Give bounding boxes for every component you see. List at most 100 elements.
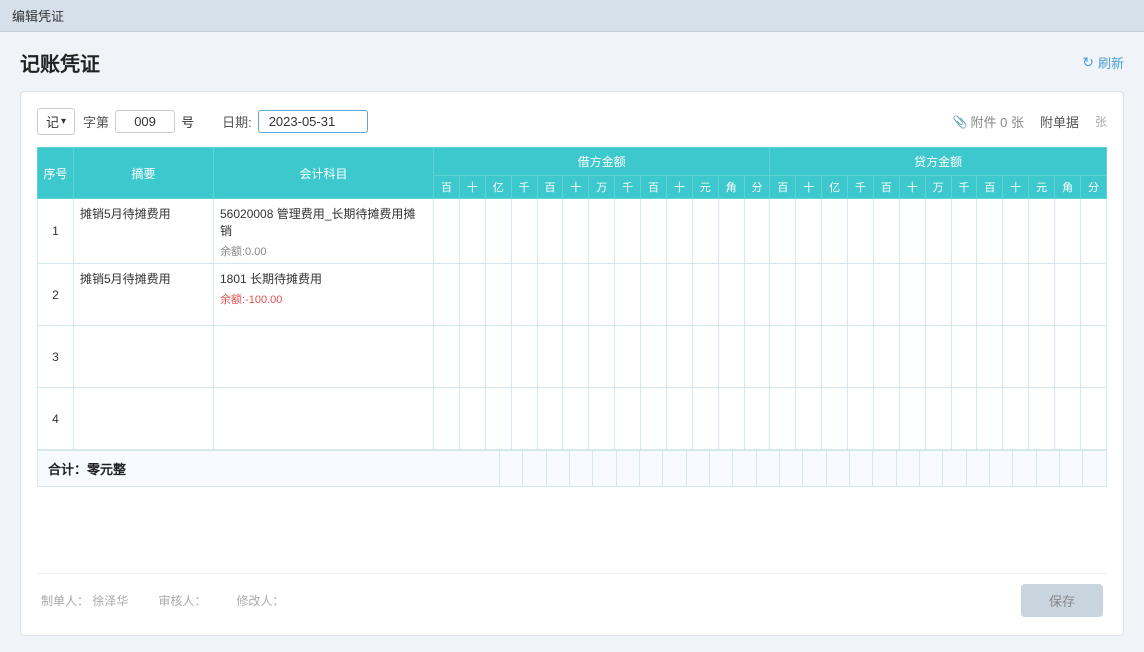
refresh-button[interactable]: ↻ 刷新: [1082, 53, 1124, 72]
debit-cell[interactable]: [615, 264, 641, 326]
credit-cell[interactable]: [1055, 264, 1081, 326]
credit-cell[interactable]: [822, 199, 848, 264]
debit-cell[interactable]: [434, 199, 460, 264]
credit-cell[interactable]: [770, 388, 796, 450]
credit-cell[interactable]: [770, 199, 796, 264]
credit-cell[interactable]: [848, 199, 874, 264]
debit-cell[interactable]: [641, 264, 667, 326]
debit-cell[interactable]: [537, 199, 563, 264]
credit-cell[interactable]: [796, 199, 822, 264]
debit-cell[interactable]: [666, 264, 692, 326]
debit-cell[interactable]: [459, 326, 485, 388]
single-doc-link[interactable]: 附单据: [1040, 112, 1079, 131]
debit-cell[interactable]: [641, 388, 667, 450]
attach-link[interactable]: 📎 附件 0 张: [953, 112, 1024, 131]
debit-cell[interactable]: [459, 264, 485, 326]
credit-cell[interactable]: [925, 326, 951, 388]
debit-cell[interactable]: [485, 199, 511, 264]
credit-cell[interactable]: [951, 264, 977, 326]
credit-cell[interactable]: [1003, 264, 1029, 326]
debit-cell[interactable]: [589, 199, 615, 264]
credit-cell[interactable]: [822, 264, 848, 326]
credit-cell[interactable]: [1055, 388, 1081, 450]
credit-cell[interactable]: [873, 388, 899, 450]
credit-cell[interactable]: [873, 264, 899, 326]
debit-cell[interactable]: [692, 199, 718, 264]
debit-cell[interactable]: [537, 264, 563, 326]
debit-cell[interactable]: [485, 326, 511, 388]
debit-cell[interactable]: [666, 388, 692, 450]
credit-cell[interactable]: [1080, 388, 1106, 450]
debit-cell[interactable]: [589, 388, 615, 450]
debit-cell[interactable]: [641, 326, 667, 388]
credit-cell[interactable]: [822, 388, 848, 450]
debit-cell[interactable]: [537, 388, 563, 450]
row-summary[interactable]: [74, 326, 214, 388]
debit-cell[interactable]: [563, 326, 589, 388]
debit-cell[interactable]: [615, 326, 641, 388]
credit-cell[interactable]: [1080, 326, 1106, 388]
credit-cell[interactable]: [977, 264, 1003, 326]
credit-cell[interactable]: [873, 199, 899, 264]
debit-cell[interactable]: [692, 326, 718, 388]
credit-cell[interactable]: [925, 264, 951, 326]
credit-cell[interactable]: [1029, 199, 1055, 264]
debit-cell[interactable]: [459, 388, 485, 450]
credit-cell[interactable]: [1080, 264, 1106, 326]
credit-cell[interactable]: [796, 326, 822, 388]
debit-cell[interactable]: [718, 326, 744, 388]
credit-cell[interactable]: [796, 388, 822, 450]
row-account[interactable]: 1801 长期待摊费用余额:-100.00: [214, 264, 434, 326]
credit-cell[interactable]: [951, 388, 977, 450]
credit-cell[interactable]: [977, 326, 1003, 388]
credit-cell[interactable]: [848, 326, 874, 388]
debit-cell[interactable]: [511, 199, 537, 264]
debit-cell[interactable]: [563, 199, 589, 264]
credit-cell[interactable]: [1003, 199, 1029, 264]
voucher-number-input[interactable]: [115, 110, 175, 133]
credit-cell[interactable]: [848, 264, 874, 326]
row-summary[interactable]: [74, 388, 214, 450]
credit-cell[interactable]: [925, 388, 951, 450]
debit-cell[interactable]: [744, 326, 770, 388]
voucher-type-dropdown[interactable]: 记 ▾: [37, 108, 75, 135]
debit-cell[interactable]: [692, 264, 718, 326]
debit-cell[interactable]: [511, 388, 537, 450]
debit-cell[interactable]: [434, 264, 460, 326]
debit-cell[interactable]: [744, 199, 770, 264]
date-input[interactable]: [258, 110, 368, 133]
debit-cell[interactable]: [563, 388, 589, 450]
credit-cell[interactable]: [1029, 388, 1055, 450]
debit-cell[interactable]: [718, 199, 744, 264]
credit-cell[interactable]: [848, 388, 874, 450]
debit-cell[interactable]: [511, 326, 537, 388]
debit-cell[interactable]: [615, 199, 641, 264]
credit-cell[interactable]: [977, 199, 1003, 264]
debit-cell[interactable]: [485, 388, 511, 450]
debit-cell[interactable]: [589, 326, 615, 388]
debit-cell[interactable]: [692, 388, 718, 450]
row-account[interactable]: [214, 388, 434, 450]
credit-cell[interactable]: [899, 264, 925, 326]
credit-cell[interactable]: [1029, 264, 1055, 326]
credit-cell[interactable]: [899, 326, 925, 388]
debit-cell[interactable]: [666, 326, 692, 388]
debit-cell[interactable]: [434, 388, 460, 450]
row-account[interactable]: 56020008 管理费用_长期待摊费用摊销余额:0.00: [214, 199, 434, 264]
debit-cell[interactable]: [563, 264, 589, 326]
credit-cell[interactable]: [1055, 326, 1081, 388]
debit-cell[interactable]: [459, 199, 485, 264]
credit-cell[interactable]: [925, 199, 951, 264]
row-summary[interactable]: 摊销5月待摊费用: [74, 264, 214, 326]
credit-cell[interactable]: [1029, 326, 1055, 388]
credit-cell[interactable]: [770, 264, 796, 326]
debit-cell[interactable]: [641, 199, 667, 264]
debit-cell[interactable]: [511, 264, 537, 326]
credit-cell[interactable]: [977, 388, 1003, 450]
row-account[interactable]: [214, 326, 434, 388]
debit-cell[interactable]: [744, 264, 770, 326]
debit-cell[interactable]: [718, 388, 744, 450]
credit-cell[interactable]: [1003, 388, 1029, 450]
credit-cell[interactable]: [1055, 199, 1081, 264]
credit-cell[interactable]: [873, 326, 899, 388]
